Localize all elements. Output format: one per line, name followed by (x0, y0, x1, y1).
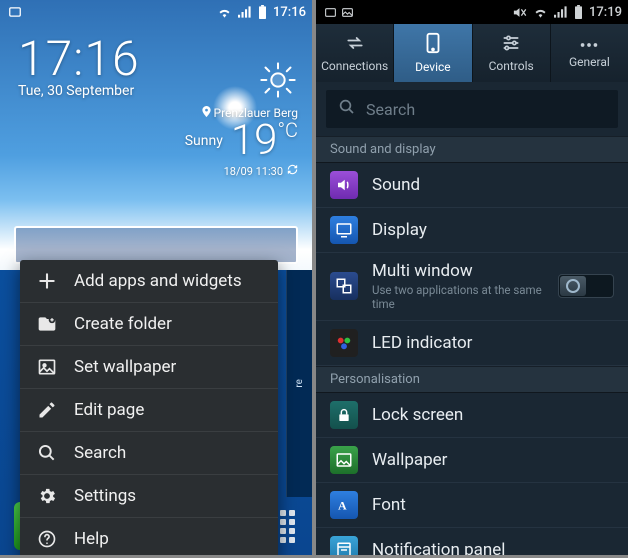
sun-icon (258, 60, 298, 104)
menu-item-label: Edit page (74, 400, 144, 420)
clock-time: 17:16 (18, 30, 140, 87)
search-icon (36, 442, 58, 464)
menu-item-label: Add apps and widgets (74, 271, 242, 291)
settings-list-sound-display: Sound Display Multi window Use two appli… (316, 163, 628, 366)
image-status-icon (341, 6, 354, 19)
menu-item-label: Set wallpaper (74, 357, 176, 377)
pencil-icon (36, 399, 58, 421)
folder-plus-icon (36, 313, 58, 335)
menu-create-folder[interactable]: Create folder (20, 303, 278, 346)
menu-item-label: Help (74, 529, 109, 549)
refresh-icon (287, 164, 298, 178)
svg-text:A: A (338, 498, 347, 512)
battery-icon (574, 5, 583, 19)
weather-temp: 19 (231, 116, 278, 165)
notification-panel-icon (330, 536, 358, 555)
wifi-icon (217, 6, 232, 18)
weather-widget[interactable]: Prenzlauer Berg Sunny 19°C 18/09 11:30 (185, 60, 298, 178)
section-header-sound-display: Sound and display (316, 136, 628, 163)
menu-help[interactable]: Help (20, 518, 278, 555)
row-sound[interactable]: Sound (316, 163, 628, 208)
tab-label: Device (415, 60, 451, 74)
image-icon (36, 356, 58, 378)
row-label: Wallpaper (372, 450, 614, 470)
gear-icon (36, 485, 58, 507)
wifi-icon (533, 6, 548, 18)
screenshot-status-icon (324, 6, 337, 19)
swap-icon (344, 33, 366, 56)
settings-tabbar: Connections Device Controls General (316, 24, 628, 82)
status-bar: 17:19 (316, 0, 628, 24)
led-icon (330, 329, 358, 357)
status-time: 17:16 (273, 5, 306, 20)
row-lock-screen[interactable]: Lock screen (316, 393, 628, 438)
status-time: 17:19 (589, 5, 622, 20)
weather-condition: Sunny (185, 133, 223, 149)
multiwindow-icon (330, 272, 358, 300)
settings-search[interactable]: Search (326, 90, 618, 128)
tab-device[interactable]: Device (394, 24, 472, 82)
menu-search[interactable]: Search (20, 432, 278, 475)
menu-item-label: Create folder (74, 314, 172, 334)
row-label: Display (372, 220, 614, 240)
row-label: Sound (372, 175, 614, 195)
help-icon (36, 528, 58, 550)
menu-settings[interactable]: Settings (20, 475, 278, 518)
phone-device-icon (425, 32, 441, 57)
row-label: Notification panel (372, 540, 614, 555)
row-subtitle: Use two applications at the same time (372, 283, 544, 312)
google-search-bar[interactable] (14, 226, 298, 264)
side-edge-handle[interactable]: re (286, 270, 312, 497)
dots-icon (578, 38, 600, 52)
signal-icon (238, 6, 252, 18)
menu-item-label: Settings (74, 486, 136, 506)
search-icon (338, 98, 356, 120)
row-label: Multi window (372, 261, 544, 281)
settings-phone: 17:19 Connections Device Controls Genera… (316, 0, 628, 555)
clock-date: Tue, 30 September (18, 83, 146, 99)
row-notification-panel[interactable]: Notification panel (316, 528, 628, 555)
display-icon (330, 216, 358, 244)
row-multi-window[interactable]: Multi window Use two applications at the… (316, 253, 628, 321)
tab-connections[interactable]: Connections (316, 24, 394, 82)
status-bar: 17:16 (0, 0, 312, 24)
tab-controls[interactable]: Controls (473, 24, 551, 82)
sliders-icon (500, 33, 522, 56)
battery-icon (258, 5, 267, 19)
menu-item-label: Search (74, 443, 126, 463)
signal-icon (554, 6, 568, 18)
section-header-personalisation: Personalisation (316, 366, 628, 393)
tab-general[interactable]: General (551, 24, 628, 82)
tab-label: Controls (489, 59, 534, 73)
menu-set-wallpaper[interactable]: Set wallpaper (20, 346, 278, 389)
font-icon: A (330, 491, 358, 519)
row-display[interactable]: Display (316, 208, 628, 253)
speaker-icon (330, 171, 358, 199)
clock-widget[interactable]: 17:16 Tue, 30 September (18, 30, 146, 99)
weather-unit: °C (277, 118, 298, 142)
sync-status-icon (8, 5, 22, 19)
plus-icon (36, 270, 58, 292)
menu-edit-page[interactable]: Edit page (20, 389, 278, 432)
row-led-indicator[interactable]: LED indicator (316, 321, 628, 366)
multi-window-toggle[interactable] (558, 274, 614, 298)
search-placeholder: Search (366, 100, 415, 119)
lock-icon (330, 401, 358, 429)
location-pin-icon (202, 106, 211, 120)
mute-icon (512, 6, 527, 19)
row-label: LED indicator (372, 333, 614, 353)
menu-add-apps-widgets[interactable]: Add apps and widgets (20, 260, 278, 303)
row-wallpaper[interactable]: Wallpaper (316, 438, 628, 483)
settings-list-personalisation: Lock screen Wallpaper A Font Notificatio… (316, 393, 628, 555)
homescreen-phone: 17:16 17:16 Tue, 30 September Prenz (0, 0, 312, 555)
row-label: Font (372, 495, 614, 515)
row-label: Lock screen (372, 405, 614, 425)
homescreen-context-menu: Add apps and widgets Create folder Set w… (20, 260, 278, 555)
weather-updated: 18/09 11:30 (224, 165, 283, 178)
row-font[interactable]: A Font (316, 483, 628, 528)
tab-label: Connections (321, 59, 388, 73)
wallpaper-icon (330, 446, 358, 474)
tab-label: General (569, 55, 610, 69)
